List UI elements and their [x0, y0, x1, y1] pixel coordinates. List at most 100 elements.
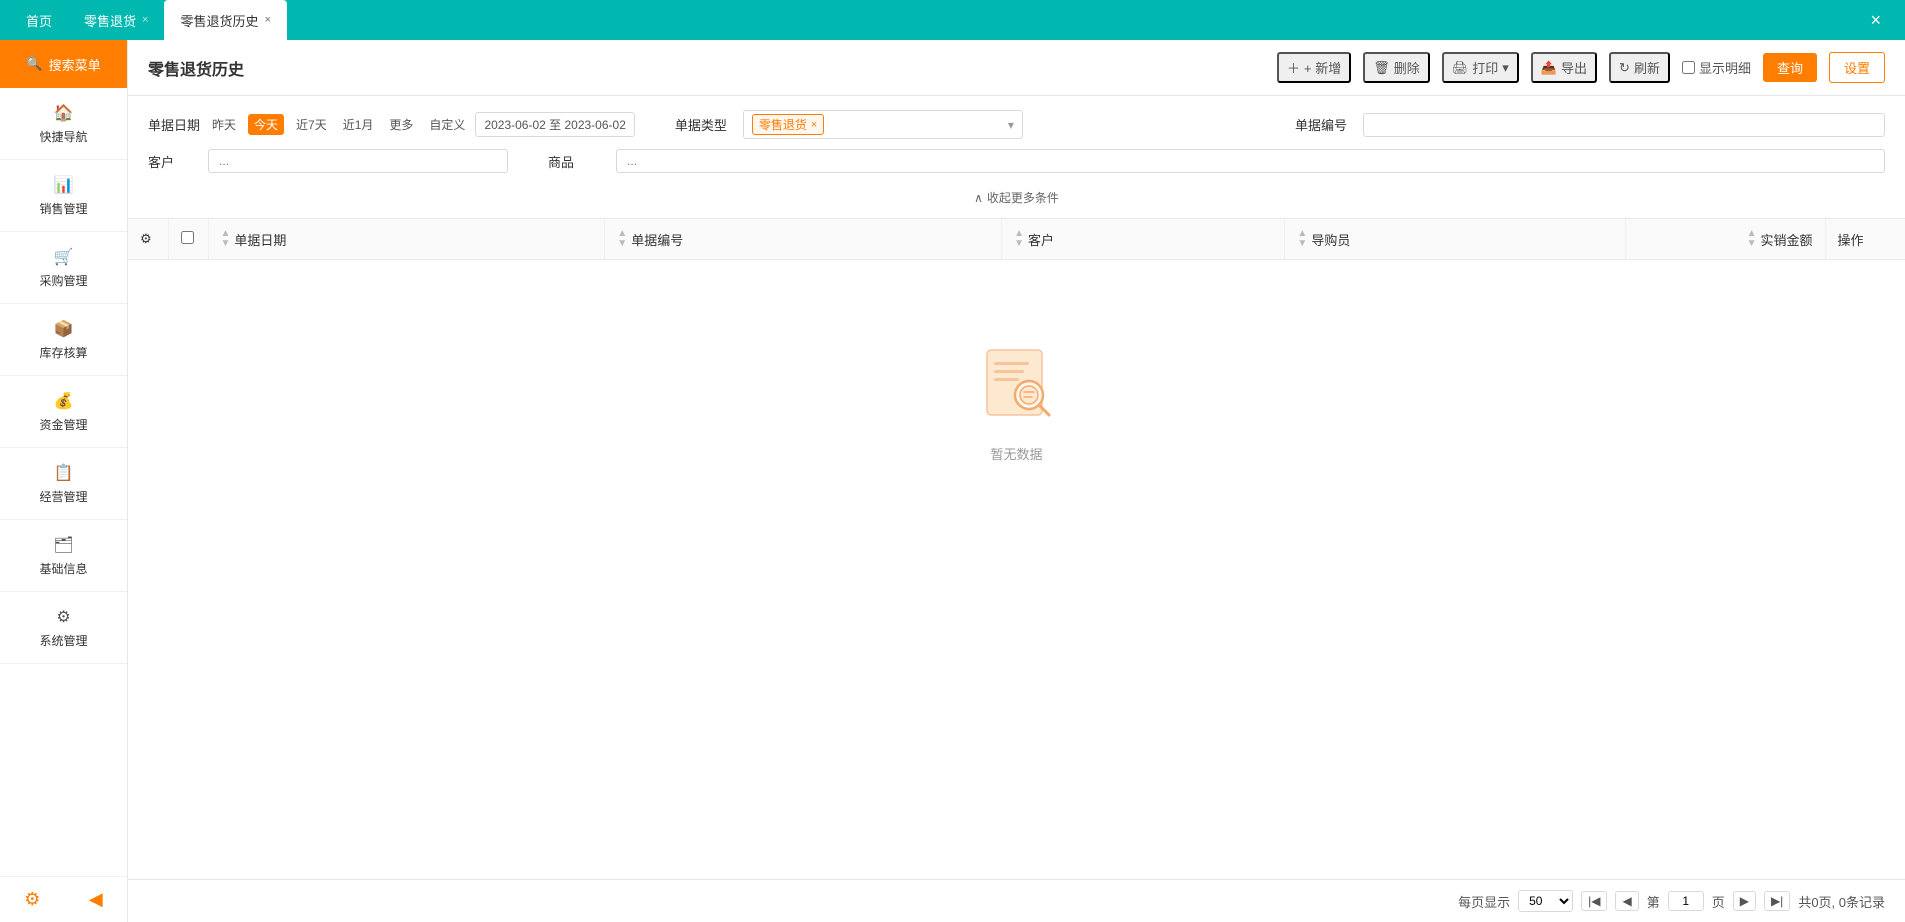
th-settings[interactable]: ⚙ [128, 219, 168, 260]
voucher-no-input[interactable] [1363, 113, 1885, 137]
page-header: 零售退货历史 ＋ + 新增 🗑 删除 🖨 打印 ▾ 📤 导出 [128, 40, 1905, 96]
page-word: 第 [1647, 892, 1660, 911]
sidebar: 🔍 搜索菜单 🏠 快捷导航 📊 销售管理 🛒 采购管理 📦 库存核算 💰 资金管… [0, 40, 128, 922]
th-amount[interactable]: ▲▼ 实销金额 [1625, 219, 1825, 260]
page-title: 零售退货历史 [148, 56, 244, 80]
sidebar-item-purchase[interactable]: 🛒 采购管理 [0, 232, 127, 304]
empty-icon [967, 340, 1067, 430]
sidebar-bottom: ⚙ ◀ [0, 876, 127, 922]
sidebar-item-purchase-label: 采购管理 [39, 272, 87, 289]
tab-retail-return-history[interactable]: 零售退货历史 × [164, 0, 286, 40]
collapse-sidebar-icon[interactable]: ◀ [89, 889, 103, 910]
voucher-type-value: 零售退货 [759, 116, 807, 133]
settings-label: 设置 [1844, 58, 1870, 77]
query-button[interactable]: 查询 [1763, 53, 1817, 82]
th-guide[interactable]: ▲▼ 导购员 [1285, 219, 1625, 260]
sidebar-item-sales[interactable]: 📊 销售管理 [0, 160, 127, 232]
sidebar-item-basic-info[interactable]: 🗂 基础信息 [0, 520, 127, 592]
th-amount-label: 实销金额 [1760, 230, 1812, 249]
th-date-label: 单据日期 [234, 230, 286, 249]
th-no[interactable]: ▲▼ 单据编号 [605, 219, 1002, 260]
show-detail-input[interactable] [1682, 61, 1695, 74]
tab-list: 首页 零售退货 × 零售退货历史 × [10, 0, 1862, 40]
collapse-bar[interactable]: ∧ 收起更多条件 [148, 183, 1885, 210]
refresh-label: 刷新 [1634, 58, 1660, 77]
sidebar-item-sales-label: 销售管理 [39, 200, 87, 217]
pagination-bar: 每页显示 20 50 100 |◀ ◀ 第 页 ▶ ▶| 共0页, 0条记录 [128, 879, 1905, 922]
tab-home[interactable]: 首页 [10, 0, 68, 40]
goods-label: 商品 [548, 152, 608, 171]
date-opt-7days[interactable]: 近7天 [292, 114, 331, 135]
print-icon: 🖨 [1452, 60, 1469, 76]
show-detail-label: 显示明细 [1699, 58, 1751, 77]
voucher-type-tag-close[interactable]: × [811, 119, 817, 131]
date-opt-yesterday[interactable]: 昨天 [208, 114, 240, 135]
date-range-input[interactable]: 2023-06-02 至 2023-06-02 [475, 112, 634, 137]
date-opt-1month[interactable]: 近1月 [339, 114, 378, 135]
prev-page-button[interactable]: ◀ [1615, 891, 1638, 911]
export-button[interactable]: 📤 导出 [1531, 52, 1597, 83]
refresh-button[interactable]: ↻ 刷新 [1609, 52, 1670, 83]
last-page-button[interactable]: ▶| [1764, 891, 1790, 911]
th-guide-label: 导购员 [1311, 230, 1350, 249]
page-size-select[interactable]: 20 50 100 [1518, 890, 1573, 912]
delete-button[interactable]: 🗑 删除 [1363, 52, 1430, 83]
show-detail-checkbox[interactable]: 显示明细 [1682, 58, 1751, 77]
tab-retail-return-history-close[interactable]: × [264, 14, 270, 26]
quicknav-icon: 🏠 [53, 102, 75, 124]
goods-input[interactable] [616, 149, 1885, 173]
top-bar-right: × [1862, 6, 1905, 35]
empty-svg [967, 340, 1067, 430]
settings-bottom-icon[interactable]: ⚙ [24, 889, 40, 910]
sidebar-item-quicknav[interactable]: 🏠 快捷导航 [0, 88, 127, 160]
content-area: 零售退货历史 ＋ + 新增 🗑 删除 🖨 打印 ▾ 📤 导出 [128, 40, 1905, 922]
date-opt-today[interactable]: 今天 [248, 114, 284, 135]
window-close-icon[interactable]: × [1862, 6, 1889, 35]
first-page-button[interactable]: |◀ [1581, 891, 1607, 911]
th-date[interactable]: ▲▼ 单据日期 [208, 219, 605, 260]
collapse-btn[interactable]: ∧ 收起更多条件 [974, 189, 1059, 206]
th-customer[interactable]: ▲▼ 客户 [1002, 219, 1285, 260]
sidebar-item-system-label: 系统管理 [39, 632, 87, 649]
tab-retail-return-close[interactable]: × [142, 14, 148, 26]
table-header-row: ⚙ ▲▼ 单据日期 ▲▼ [128, 219, 1905, 260]
print-dropdown-icon: ▾ [1502, 60, 1509, 76]
th-checkbox[interactable] [168, 219, 208, 260]
page-number-input[interactable] [1668, 891, 1704, 911]
date-opt-more[interactable]: 更多 [385, 114, 417, 135]
th-op-label: 操作 [1838, 233, 1864, 248]
query-label: 查询 [1777, 58, 1803, 77]
refresh-icon: ↻ [1619, 60, 1630, 76]
th-customer-label: 客户 [1028, 230, 1054, 249]
sidebar-search[interactable]: 🔍 搜索菜单 [0, 40, 127, 88]
voucher-type-select[interactable]: 零售退货 × ▾ [743, 110, 1023, 139]
customer-input[interactable] [208, 149, 508, 173]
sidebar-item-finance[interactable]: 💰 资金管理 [0, 376, 127, 448]
new-button[interactable]: ＋ + 新增 [1277, 52, 1351, 83]
date-options: 昨天 今天 近7天 近1月 更多 自定义 [208, 114, 469, 135]
filter-row-customer: 客户 商品 [148, 149, 1885, 173]
tab-retail-return[interactable]: 零售退货 × [68, 0, 164, 40]
filter-group-voucherno: 单据编号 [1295, 113, 1885, 137]
sidebar-item-system[interactable]: ⚙ 系统管理 [0, 592, 127, 664]
sidebar-item-operations[interactable]: 📋 经营管理 [0, 448, 127, 520]
th-op: 操作 [1825, 219, 1905, 260]
print-label: 打印 [1472, 58, 1498, 77]
sort-no-icon: ▲▼ [617, 229, 627, 249]
export-icon: 📤 [1541, 60, 1557, 76]
sidebar-item-inventory[interactable]: 📦 库存核算 [0, 304, 127, 376]
date-opt-custom[interactable]: 自定义 [425, 114, 469, 135]
next-page-button[interactable]: ▶ [1733, 891, 1756, 911]
print-button[interactable]: 🖨 打印 ▾ [1442, 52, 1519, 83]
voucher-type-dropdown-icon: ▾ [1008, 118, 1014, 132]
sidebar-item-basic-info-label: 基础信息 [39, 560, 87, 577]
sidebar-item-finance-label: 资金管理 [39, 416, 87, 433]
table-body: 暂无数据 [128, 260, 1905, 544]
table-wrapper: ⚙ ▲▼ 单据日期 ▲▼ [128, 219, 1905, 879]
new-icon: ＋ [1287, 58, 1300, 77]
select-all-checkbox[interactable] [181, 231, 194, 244]
settings-button[interactable]: 设置 [1829, 52, 1885, 83]
search-icon: 🔍 [26, 56, 42, 72]
table-settings-icon[interactable]: ⚙ [140, 231, 152, 246]
sales-icon: 📊 [53, 174, 75, 196]
